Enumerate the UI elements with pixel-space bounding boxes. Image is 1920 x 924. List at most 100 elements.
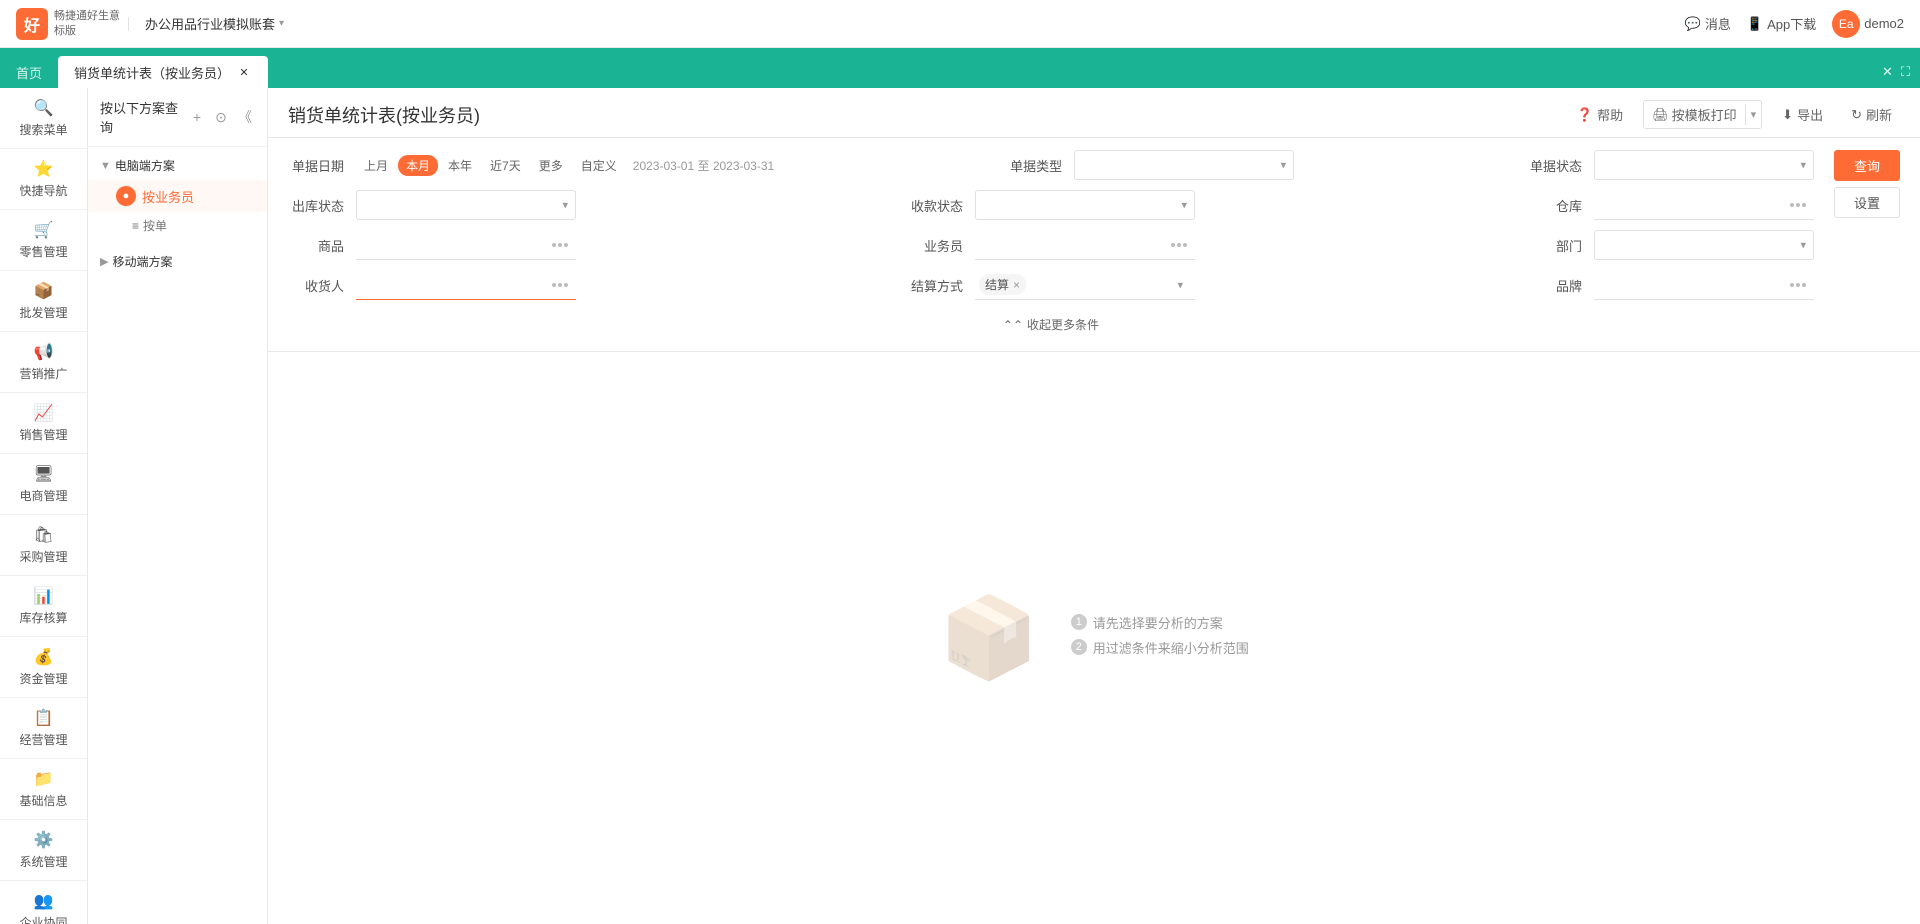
template-print-arrow[interactable]: ▾ [1745, 104, 1762, 125]
department-select-wrapper [1594, 230, 1814, 260]
doc-status-select[interactable] [1594, 150, 1814, 180]
settlement-wrapper: 结算 × [975, 270, 1195, 300]
department-select[interactable] [1594, 230, 1814, 260]
content-area: 按以下方案查询 + ⊙ 《 ▼ 电脑端方案 [88, 88, 1920, 924]
date-tabs: 上月 本月 本年 近7天 更多 自定义 [356, 155, 625, 176]
scheme-panel-header: 按以下方案查询 + ⊙ 《 [88, 88, 267, 147]
salesman-input[interactable] [979, 231, 1167, 259]
sidebar-item-retail[interactable]: 🛒 零售管理 [0, 210, 87, 271]
date-tab-last-month[interactable]: 上月 [356, 155, 396, 176]
sidebar: 🔍 搜索菜单 ⭐ 快捷导航 🛒 零售管理 📦 批发管理 📢 营销推广 📈 销售管… [0, 88, 88, 924]
page-title: 销货单统计表(按业务员) [288, 102, 480, 128]
search-icon: 🔍 [34, 98, 54, 118]
page-header: 销货单统计表(按业务员) ❓ 帮助 🖨 按模板打印 ▾ ⬇ [268, 88, 1920, 138]
warehouse-input[interactable] [1598, 191, 1786, 219]
salesman-more-button[interactable] [1167, 243, 1191, 247]
tab-close-all-icon[interactable]: ✕ [1880, 62, 1895, 82]
date-tab-last7days[interactable]: 近7天 [482, 155, 529, 176]
doc-type-select[interactable] [1074, 150, 1294, 180]
gear-icon: ⚙️ [34, 830, 54, 850]
help-button[interactable]: ❓ 帮助 [1569, 101, 1631, 128]
settlement-tag-close[interactable]: × [1013, 278, 1020, 292]
tab-close-icon[interactable]: ✕ [236, 64, 252, 80]
brand-label: 品牌 [1526, 276, 1582, 295]
chevron-down-icon: ▾ [279, 18, 284, 29]
date-tab-custom[interactable]: 自定义 [573, 155, 625, 176]
tab-sales-stat[interactable]: 销货单统计表（按业务员） ✕ [58, 56, 268, 88]
warehouse-more-button[interactable] [1786, 203, 1810, 207]
sidebar-item-sales[interactable]: 📈 销售管理 [0, 393, 87, 454]
scheme-collapse-button[interactable]: 《 [235, 107, 255, 127]
sidebar-item-finance[interactable]: 💰 资金管理 [0, 637, 87, 698]
goods-more-button[interactable] [548, 243, 572, 247]
cart-icon: 🛒 [34, 220, 54, 240]
app-download-button[interactable]: 📱 App下载 [1747, 14, 1816, 33]
user-profile[interactable]: Ea demo2 [1832, 10, 1904, 38]
download-icon: 📱 [1747, 16, 1763, 32]
scheme-add-button[interactable]: + [187, 107, 207, 127]
operation-icon: 📋 [34, 708, 54, 728]
doc-type-select-wrapper [1074, 150, 1294, 180]
sidebar-item-system[interactable]: ⚙️ 系统管理 [0, 820, 87, 881]
scheme-item-by-salesman[interactable]: ● 按业务员 [88, 180, 267, 212]
money-icon: 💰 [34, 647, 54, 667]
date-tab-this-year[interactable]: 本年 [440, 155, 480, 176]
goods-input[interactable] [360, 231, 548, 259]
app-selector[interactable]: 办公用品行业模拟账套 ▾ [137, 10, 292, 37]
sidebar-item-inventory[interactable]: 📊 库存核算 [0, 576, 87, 637]
sidebar-item-wholesale[interactable]: 📦 批发管理 [0, 271, 87, 332]
brand-input-wrapper [1594, 271, 1814, 300]
filter-row-2: 出库状态 收款状态 [288, 190, 1814, 220]
filter-row-3: 商品 业务员 [288, 230, 1814, 260]
receiver-input-wrapper [356, 271, 576, 300]
department-label: 部门 [1526, 236, 1582, 255]
query-button[interactable]: 查询 [1834, 150, 1900, 181]
sidebar-item-search[interactable]: 🔍 搜索菜单 [0, 88, 87, 149]
scheme-edit-button[interactable]: ⊙ [211, 107, 231, 127]
export-button[interactable]: ⬇ 导出 [1774, 101, 1831, 128]
scheme-group-mobile-title[interactable]: ▶ 移动端方案 [88, 247, 267, 276]
refresh-button[interactable]: ↻ 刷新 [1843, 101, 1900, 128]
team-icon: 👥 [34, 891, 54, 911]
scheme-sub-item-by-order[interactable]: ≡ 按单 [88, 212, 267, 239]
settlement-select[interactable] [1030, 271, 1191, 299]
sidebar-item-basic[interactable]: 📁 基础信息 [0, 759, 87, 820]
refresh-icon: ↻ [1851, 107, 1862, 123]
tab-bar-actions: ✕ ⛶ [1872, 62, 1920, 88]
settings-button[interactable]: 设置 [1834, 187, 1900, 218]
settlement-tag: 结算 × [979, 274, 1026, 295]
empty-state: 📦 1 请先选择要分析的方案 2 用过滤条件来缩小分析范围 [268, 352, 1920, 924]
scheme-group-desktop-title[interactable]: ▼ 电脑端方案 [88, 151, 267, 180]
empty-state-content: 📦 1 请先选择要分析的方案 2 用过滤条件来缩小分析范围 [939, 591, 1249, 685]
brand-more-button[interactable] [1786, 283, 1810, 287]
logo-area: 好 畅捷通好生意 标版 [16, 8, 120, 40]
settlement-select-wrapper [1030, 271, 1191, 299]
date-tab-more[interactable]: 更多 [531, 155, 571, 176]
star-icon: ⭐ [34, 159, 54, 179]
tab-home[interactable]: 首页 [0, 56, 58, 88]
collapse-button[interactable]: ⌃⌃ 收起更多条件 [288, 310, 1814, 339]
main-layout: 🔍 搜索菜单 ⭐ 快捷导航 🛒 零售管理 📦 批发管理 📢 营销推广 📈 销售管… [0, 88, 1920, 924]
receiver-more-button[interactable] [548, 283, 572, 287]
message-button[interactable]: 💬 消息 [1685, 14, 1731, 33]
tab-maximize-icon[interactable]: ⛶ [1899, 62, 1912, 82]
brand-input[interactable] [1598, 271, 1786, 299]
doc-type-label: 单据类型 [1006, 156, 1062, 175]
receiver-input[interactable] [360, 271, 548, 299]
template-print-button[interactable]: 🖨 按模板打印 ▾ [1643, 100, 1762, 129]
scheme-group-mobile: ▶ 移动端方案 [88, 243, 267, 280]
payment-status-select[interactable] [975, 190, 1195, 220]
sidebar-item-purchase[interactable]: 🛍 采购管理 [0, 515, 87, 576]
date-label: 单据日期 [288, 156, 344, 175]
template-print-main[interactable]: 🖨 按模板打印 [1644, 101, 1745, 128]
sidebar-item-company[interactable]: 👥 企业协同 [0, 881, 87, 924]
header-right: 💬 消息 📱 App下载 Ea demo2 [1685, 10, 1904, 38]
sidebar-item-operation[interactable]: 📋 经营管理 [0, 698, 87, 759]
sidebar-item-quick-nav[interactable]: ⭐ 快捷导航 [0, 149, 87, 210]
date-tab-this-month[interactable]: 本月 [398, 155, 438, 176]
sidebar-item-marketing[interactable]: 📢 营销推广 [0, 332, 87, 393]
scheme-group-desktop: ▼ 电脑端方案 ● 按业务员 ≡ 按单 [88, 147, 267, 243]
goods-input-wrapper [356, 231, 576, 260]
out-status-select[interactable] [356, 190, 576, 220]
sidebar-item-ecommerce[interactable]: 🖥 电商管理 [0, 454, 87, 515]
